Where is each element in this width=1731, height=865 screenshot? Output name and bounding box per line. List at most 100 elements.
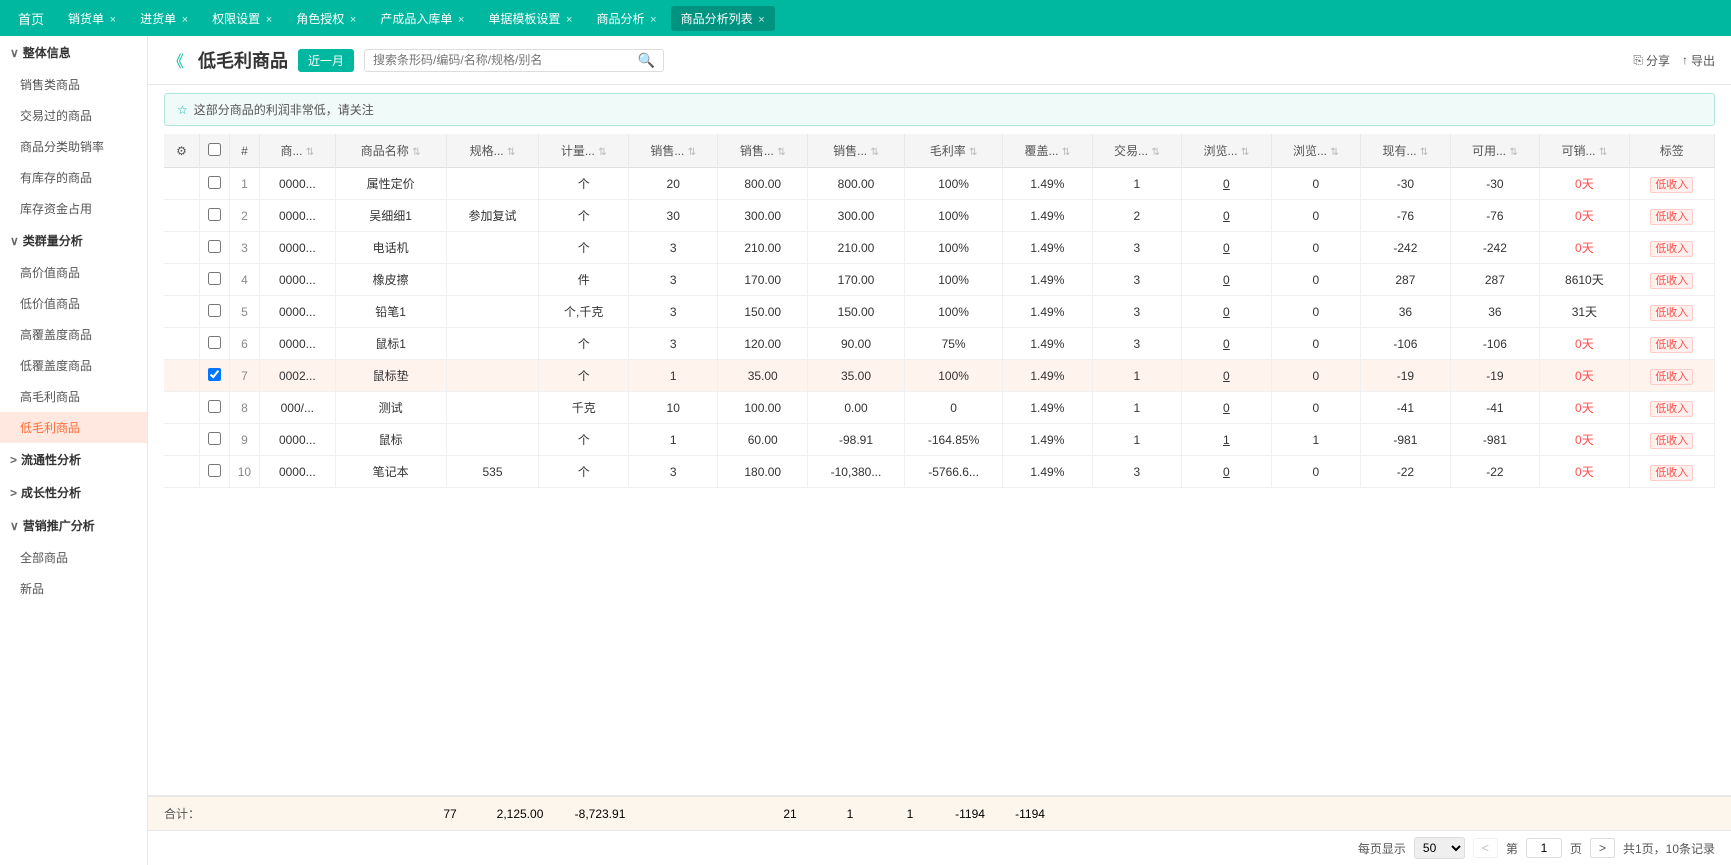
browse1-link[interactable]: 0 <box>1223 241 1230 255</box>
cell-checkbox[interactable] <box>199 264 229 296</box>
table-container[interactable]: ⚙ # 商... ⇅ 商品名称 ⇅ 规格... ⇅ 计量... ⇅ 销售... … <box>148 134 1731 795</box>
th-spec[interactable]: 规格... ⇅ <box>446 134 539 168</box>
search-icon[interactable]: 🔍 <box>638 52 655 69</box>
nav-permission-close[interactable]: × <box>266 14 272 26</box>
th-checkbox[interactable] <box>199 134 229 168</box>
browse1-link[interactable]: 0 <box>1223 369 1230 383</box>
sidebar-item-all-goods[interactable]: 全部商品 <box>0 542 147 573</box>
cell-checkbox[interactable] <box>199 360 229 392</box>
sidebar-item-new-goods[interactable]: 新品 <box>0 573 147 604</box>
th-code[interactable]: 商... ⇅ <box>259 134 335 168</box>
nav-role[interactable]: 角色授权 × <box>286 6 366 31</box>
page-size-select[interactable]: 50 20 100 <box>1414 837 1465 859</box>
sidebar-group-cluster[interactable]: ∨ 类群量分析 <box>0 224 147 257</box>
page-number-input[interactable] <box>1526 838 1562 858</box>
next-page-button[interactable]: > <box>1590 838 1615 858</box>
th-sales-amount[interactable]: 销售... ⇅ <box>807 134 904 168</box>
nav-goods-analysis-list-close[interactable]: × <box>758 14 764 26</box>
cell-browse1[interactable]: 0 <box>1182 296 1272 328</box>
nav-goods-analysis-close[interactable]: × <box>650 14 656 26</box>
row-checkbox[interactable] <box>208 432 221 445</box>
browse1-link[interactable]: 1 <box>1223 433 1230 447</box>
row-checkbox[interactable] <box>208 368 221 381</box>
row-checkbox[interactable] <box>208 464 221 477</box>
cell-browse1[interactable]: 0 <box>1182 456 1272 488</box>
sidebar-item-low-value[interactable]: 低价值商品 <box>0 288 147 319</box>
sidebar-item-high-margin[interactable]: 高毛利商品 <box>0 381 147 412</box>
browse1-link[interactable]: 0 <box>1223 337 1230 351</box>
browse1-link[interactable]: 0 <box>1223 401 1230 415</box>
row-checkbox[interactable] <box>208 400 221 413</box>
row-checkbox[interactable] <box>208 272 221 285</box>
cell-checkbox[interactable] <box>199 424 229 456</box>
cell-browse1[interactable]: 0 <box>1182 200 1272 232</box>
cell-checkbox[interactable] <box>199 232 229 264</box>
row-checkbox[interactable] <box>208 208 221 221</box>
nav-sales[interactable]: 销货单 × <box>58 6 126 31</box>
browse1-link[interactable]: 0 <box>1223 305 1230 319</box>
cell-browse1[interactable]: 0 <box>1182 168 1272 200</box>
th-sellable[interactable]: 可销... ⇅ <box>1540 134 1630 168</box>
nav-template-close[interactable]: × <box>566 14 572 26</box>
sidebar-group-marketing[interactable]: ∨ 营销推广分析 <box>0 509 147 542</box>
cell-browse1[interactable]: 0 <box>1182 360 1272 392</box>
browse1-link[interactable]: 0 <box>1223 209 1230 223</box>
cell-browse1[interactable]: 0 <box>1182 232 1272 264</box>
th-gross-margin[interactable]: 毛利率 ⇅ <box>905 134 1003 168</box>
nav-role-close[interactable]: × <box>350 14 356 26</box>
sidebar-item-high-value[interactable]: 高价值商品 <box>0 257 147 288</box>
sidebar-collapse-button[interactable]: 《 <box>164 46 188 74</box>
cell-browse1[interactable]: 0 <box>1182 328 1272 360</box>
th-available[interactable]: 可用... ⇅ <box>1450 134 1540 168</box>
nav-product-entry[interactable]: 产成品入库单 × <box>370 6 474 31</box>
sidebar-item-high-coverage[interactable]: 高覆盖度商品 <box>0 319 147 350</box>
th-settings[interactable]: ⚙ <box>164 134 199 168</box>
cell-checkbox[interactable] <box>199 456 229 488</box>
nav-permission[interactable]: 权限设置 × <box>202 6 282 31</box>
th-trade[interactable]: 交易... ⇅ <box>1092 134 1182 168</box>
th-sales-price[interactable]: 销售... ⇅ <box>718 134 808 168</box>
sidebar-item-low-margin[interactable]: 低毛利商品 <box>0 412 147 443</box>
filter-recent-month-button[interactable]: 近一月 <box>298 49 354 72</box>
th-name[interactable]: 商品名称 ⇅ <box>335 134 446 168</box>
browse1-link[interactable]: 0 <box>1223 177 1230 191</box>
cell-checkbox[interactable] <box>199 392 229 424</box>
export-button[interactable]: ↑ 导出 <box>1682 52 1715 69</box>
th-browse1[interactable]: 浏览... ⇅ <box>1182 134 1272 168</box>
sidebar-item-inventory-capital[interactable]: 库存资金占用 <box>0 193 147 224</box>
cell-browse1[interactable]: 0 <box>1182 264 1272 296</box>
nav-goods-analysis[interactable]: 商品分析 × <box>586 6 666 31</box>
sidebar-item-low-coverage[interactable]: 低覆盖度商品 <box>0 350 147 381</box>
prev-page-button[interactable]: < <box>1473 838 1498 858</box>
search-input[interactable] <box>373 53 638 67</box>
row-checkbox[interactable] <box>208 336 221 349</box>
select-all-checkbox[interactable] <box>208 143 221 156</box>
nav-home[interactable]: 首页 <box>8 5 54 32</box>
cell-checkbox[interactable] <box>199 328 229 360</box>
share-button[interactable]: ⎘ 分享 <box>1633 52 1670 69</box>
row-checkbox[interactable] <box>208 304 221 317</box>
row-checkbox[interactable] <box>208 240 221 253</box>
cell-checkbox[interactable] <box>199 168 229 200</box>
cell-browse1[interactable]: 1 <box>1182 424 1272 456</box>
th-unit[interactable]: 计量... ⇅ <box>539 134 629 168</box>
nav-product-entry-close[interactable]: × <box>458 14 464 26</box>
browse1-link[interactable]: 0 <box>1223 273 1230 287</box>
sidebar-item-category-rate[interactable]: 商品分类助销率 <box>0 131 147 162</box>
nav-purchase[interactable]: 进货单 × <box>130 6 198 31</box>
sidebar-group-growth[interactable]: > 成长性分析 <box>0 476 147 509</box>
th-sales-qty[interactable]: 销售... ⇅ <box>628 134 718 168</box>
browse1-link[interactable]: 0 <box>1223 465 1230 479</box>
sidebar-group-overall[interactable]: ∨ 整体信息 <box>0 36 147 69</box>
nav-template[interactable]: 单据模板设置 × <box>478 6 582 31</box>
sidebar-item-traded-goods[interactable]: 交易过的商品 <box>0 100 147 131</box>
nav-purchase-close[interactable]: × <box>182 14 188 26</box>
th-coverage[interactable]: 覆盖... ⇅ <box>1003 134 1093 168</box>
nav-sales-close[interactable]: × <box>110 14 116 26</box>
cell-checkbox[interactable] <box>199 296 229 328</box>
sidebar-item-sales-goods[interactable]: 销售类商品 <box>0 69 147 100</box>
row-checkbox[interactable] <box>208 176 221 189</box>
th-browse2[interactable]: 浏览... ⇅ <box>1271 134 1361 168</box>
sidebar-group-circulation[interactable]: > 流通性分析 <box>0 443 147 476</box>
cell-checkbox[interactable] <box>199 200 229 232</box>
